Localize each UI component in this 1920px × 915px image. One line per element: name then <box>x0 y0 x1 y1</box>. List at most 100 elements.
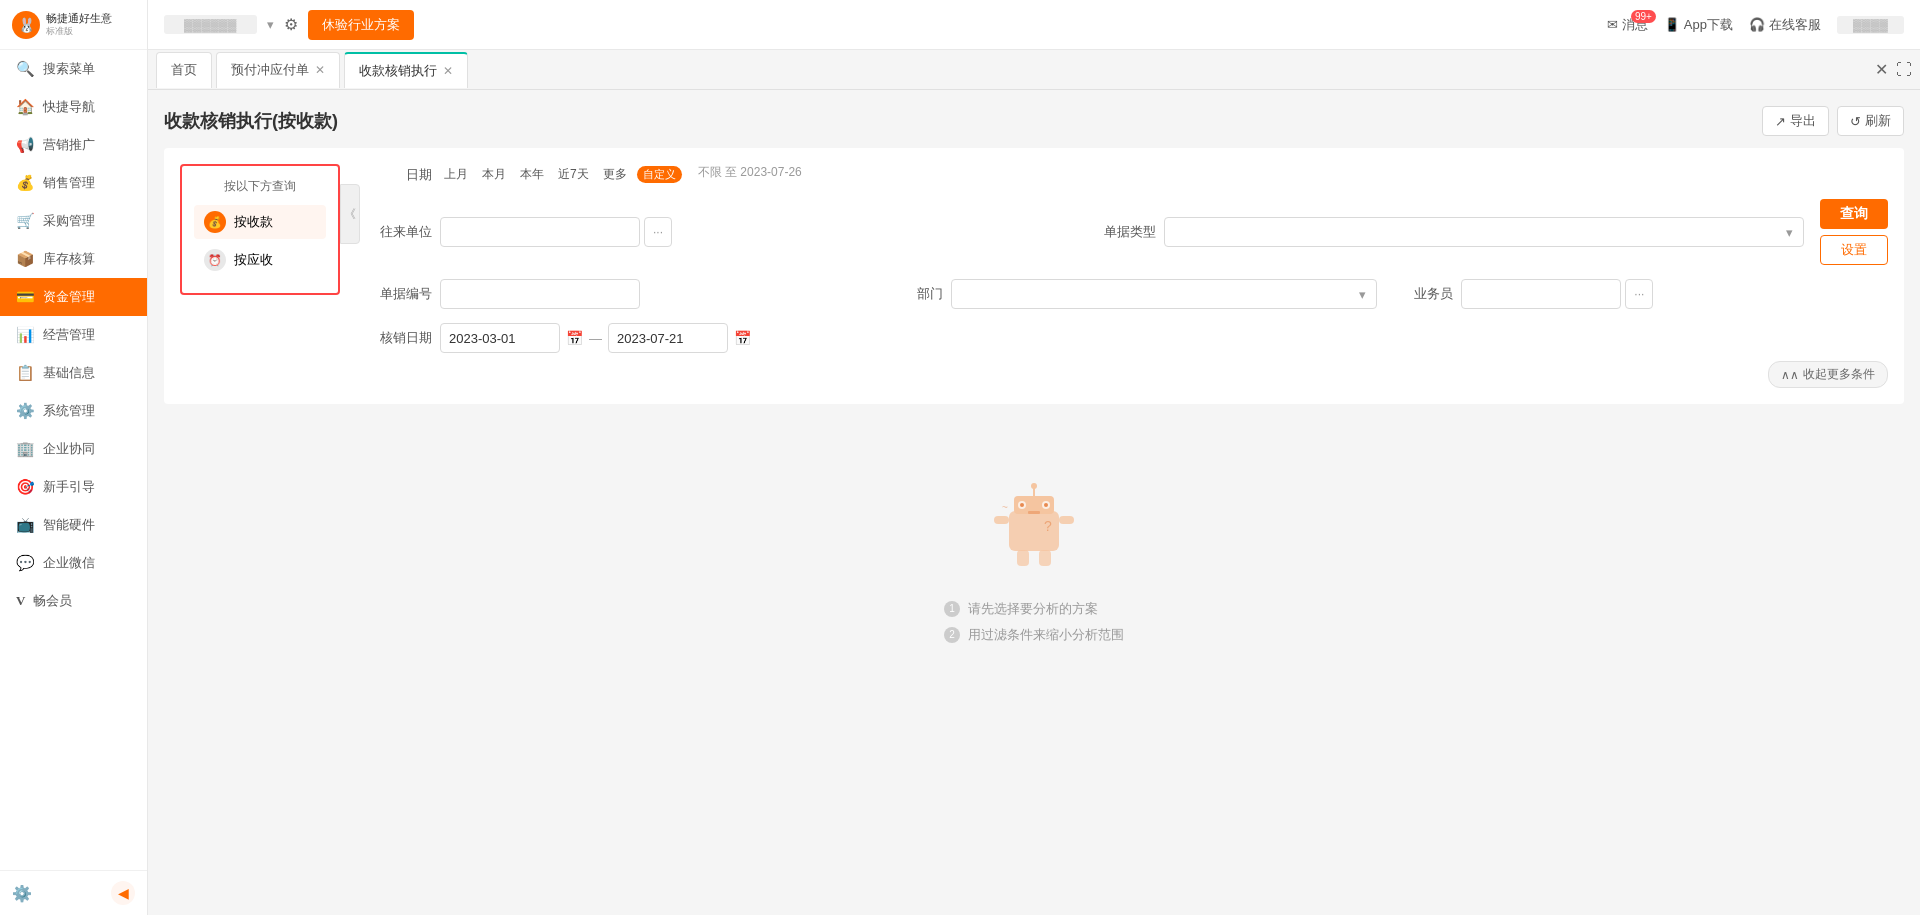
sidebar-item-wechat[interactable]: 💬 企业微信 <box>0 544 147 582</box>
sidebar-item-basic[interactable]: 📋 基础信息 <box>0 354 147 392</box>
chevron-down-icon: ▾ <box>1786 225 1793 240</box>
sidebar-item-enterprise[interactable]: 🏢 企业协同 <box>0 430 147 468</box>
counterparty-group: 往来单位 ··· <box>372 217 1080 247</box>
message-button[interactable]: ✉ 消息 99+ <box>1607 16 1648 34</box>
marketing-icon: 📢 <box>16 136 35 154</box>
sidebar-label-marketing: 营销推广 <box>43 136 95 154</box>
basic-icon: 📋 <box>16 364 35 382</box>
finance-icon: 💳 <box>16 288 35 306</box>
offset-date-end-input[interactable] <box>608 323 728 353</box>
svg-text:?: ? <box>1044 518 1052 534</box>
sidebar-item-marketing[interactable]: 📢 营销推广 <box>0 126 147 164</box>
bill-type-group: 单据类型 ▾ <box>1096 217 1804 247</box>
filter-option-receivable-label: 按应收 <box>234 251 273 269</box>
export-button[interactable]: ↗ 导出 <box>1762 106 1829 136</box>
dropdown-arrow-icon[interactable]: ▾ <box>267 17 274 32</box>
close-tab-button[interactable]: ✕ <box>1875 60 1888 79</box>
filter-row-3: 单据编号 部门 ▾ 业务员 ··· <box>372 279 1888 309</box>
guide-icon: 🎯 <box>16 478 35 496</box>
operation-icon: 📊 <box>16 326 35 344</box>
refresh-button[interactable]: ↺ 刷新 <box>1837 106 1904 136</box>
department-select[interactable]: ▾ <box>951 279 1378 309</box>
tab-receipt-offset[interactable]: 收款核销执行 ✕ <box>344 52 468 88</box>
sidebar-item-finance[interactable]: 💳 资金管理 <box>0 278 147 316</box>
tab-home-label: 首页 <box>171 61 197 79</box>
setting-button[interactable]: 设置 <box>1820 235 1888 265</box>
empty-illustration: ? ~ <box>984 476 1084 576</box>
counterparty-input[interactable] <box>440 217 640 247</box>
filter-option-by-receipt[interactable]: 💰 按收款 <box>194 205 326 239</box>
topbar-right: ✉ 消息 99+ 📱 App下载 🎧 在线客服 ▓▓▓▓ <box>1607 16 1904 34</box>
maximize-tab-button[interactable]: ⛶ <box>1896 60 1912 79</box>
date-range-text: 不限 至 2023-07-26 <box>698 164 802 181</box>
query-button[interactable]: 查询 <box>1820 199 1888 229</box>
svg-point-4 <box>1020 503 1024 507</box>
svg-rect-6 <box>1028 511 1040 514</box>
calendar-end-icon[interactable]: 📅 <box>734 330 751 346</box>
collapse-up-icon: ∧∧ <box>1781 368 1799 382</box>
filter-type-title: 按以下方查询 <box>194 178 326 195</box>
filter-collapse-button[interactable]: 《 <box>340 184 360 244</box>
sidebar-item-system[interactable]: ⚙️ 系统管理 <box>0 392 147 430</box>
date-shortcut-last-month[interactable]: 上月 <box>440 164 472 185</box>
tab-receipt-offset-close-icon[interactable]: ✕ <box>443 64 453 78</box>
sidebar-item-shortcuts[interactable]: 🏠 快捷导航 <box>0 88 147 126</box>
message-icon: ✉ <box>1607 17 1618 32</box>
salesperson-input[interactable] <box>1461 279 1621 309</box>
date-shortcut-more[interactable]: 更多 <box>599 164 631 185</box>
filter-option-receipt-label: 按收款 <box>234 213 273 231</box>
app-download-button[interactable]: 📱 App下载 <box>1664 16 1733 34</box>
tab-home[interactable]: 首页 <box>156 52 212 88</box>
sidebar-item-operation[interactable]: 📊 经营管理 <box>0 316 147 354</box>
salesperson-more-button[interactable]: ··· <box>1625 279 1653 309</box>
sidebar-item-purchase[interactable]: 🛒 采购管理 <box>0 202 147 240</box>
online-service-button[interactable]: 🎧 在线客服 <box>1749 16 1821 34</box>
bill-no-input[interactable] <box>440 279 640 309</box>
tip-num-2: 2 <box>944 627 960 643</box>
collapse-more-button[interactable]: ∧∧ 收起更多条件 <box>1768 361 1888 388</box>
tab-prepay[interactable]: 预付冲应付单 ✕ <box>216 52 340 88</box>
filter-left-container: 按以下方查询 💰 按收款 ⏰ 按应收 《 <box>180 164 360 388</box>
sidebar-item-inventory[interactable]: 📦 库存核算 <box>0 240 147 278</box>
sidebar-item-sales[interactable]: 💰 销售管理 <box>0 164 147 202</box>
sidebar-label-purchase: 采购管理 <box>43 212 95 230</box>
service-icon: 🎧 <box>1749 17 1765 32</box>
filter-type-selector: 按以下方查询 💰 按收款 ⏰ 按应收 <box>180 164 340 295</box>
industry-solution-button[interactable]: 休验行业方案 <box>308 10 414 40</box>
filter-option-by-receivable[interactable]: ⏰ 按应收 <box>194 243 326 277</box>
date-shortcut-7days[interactable]: 近7天 <box>554 164 593 185</box>
calendar-start-icon[interactable]: 📅 <box>566 330 583 346</box>
tab-prepay-label: 预付冲应付单 <box>231 61 309 79</box>
offset-date-start-input[interactable] <box>440 323 560 353</box>
empty-tip-row-1: 1 请先选择要分析的方案 <box>944 596 1124 622</box>
sidebar-label-guide: 新手引导 <box>43 478 95 496</box>
date-shortcuts: 上月 本月 本年 近7天 更多 自定义 <box>440 164 682 185</box>
tab-prepay-close-icon[interactable]: ✕ <box>315 63 325 77</box>
logo-badge: 标准版 <box>46 25 112 38</box>
query-action-group: 查询 设置 <box>1820 199 1888 265</box>
sidebar-item-hardware[interactable]: 📺 智能硬件 <box>0 506 147 544</box>
bill-type-select[interactable]: ▾ <box>1164 217 1804 247</box>
page-title: 收款核销执行(按收款) <box>164 109 338 133</box>
sidebar-item-search[interactable]: 🔍 搜索菜单 <box>0 50 147 88</box>
collapse-sidebar-btn[interactable]: ◀ <box>111 881 135 905</box>
sidebar-item-guide[interactable]: 🎯 新手引导 <box>0 468 147 506</box>
department-group: 部门 ▾ <box>883 279 1378 309</box>
sidebar-menu: 🔍 搜索菜单 🏠 快捷导航 📢 营销推广 💰 销售管理 🛒 采购管理 📦 库存核… <box>0 50 147 870</box>
settings-icon[interactable]: ⚙️ <box>12 884 32 903</box>
logo-icon: 🐰 <box>12 11 40 39</box>
user-account[interactable]: ▓▓▓▓ <box>1837 16 1904 34</box>
date-shortcut-this-month[interactable]: 本月 <box>478 164 510 185</box>
sidebar-item-vip[interactable]: V 畅会员 <box>0 582 147 620</box>
filter-row-2: 往来单位 ··· 单据类型 ▾ 查询 <box>372 199 1888 265</box>
date-custom-badge[interactable]: 自定义 <box>637 166 682 183</box>
receipt-icon: 💰 <box>204 211 226 233</box>
topbar-brand: ▓▓▓▓▓▓ <box>164 15 257 34</box>
counterparty-more-button[interactable]: ··· <box>644 217 672 247</box>
vip-icon: V <box>16 593 25 609</box>
svg-rect-10 <box>1059 516 1074 524</box>
date-shortcut-this-year[interactable]: 本年 <box>516 164 548 185</box>
gear-icon[interactable]: ⚙ <box>284 15 298 34</box>
sidebar-label-finance: 资金管理 <box>43 288 95 306</box>
page-actions: ↗ 导出 ↺ 刷新 <box>1762 106 1904 136</box>
